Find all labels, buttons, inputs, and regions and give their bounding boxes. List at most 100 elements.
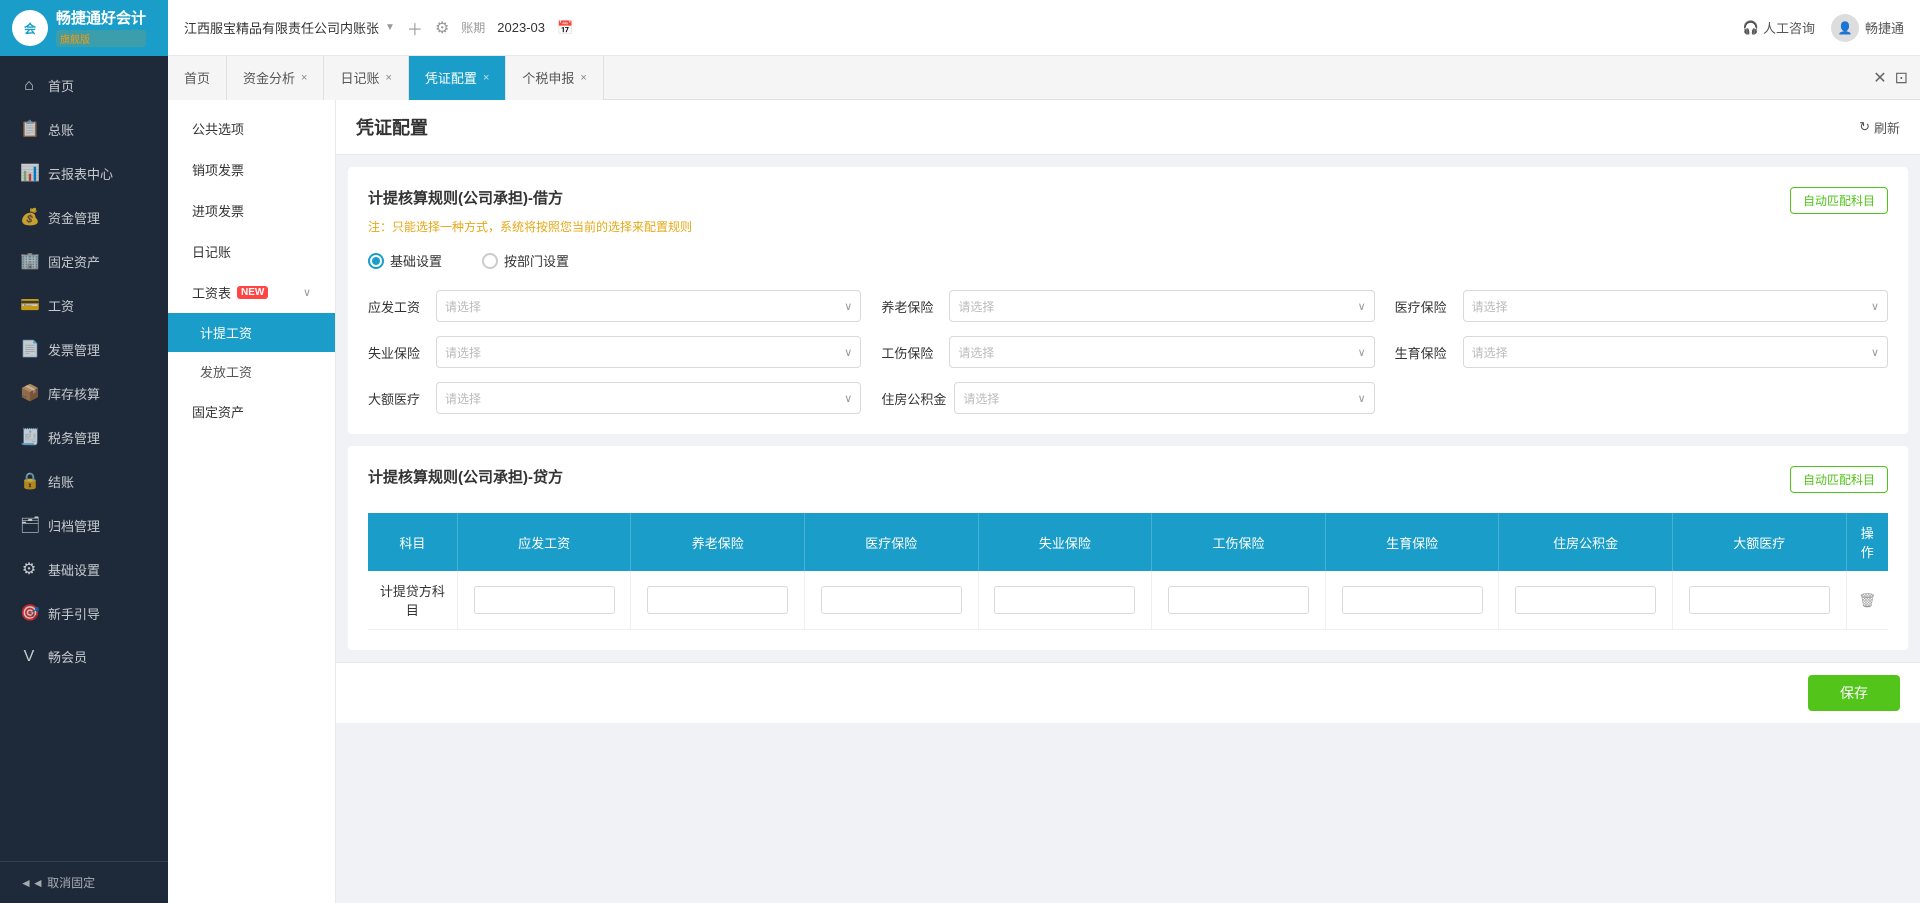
- left-panel-item-salary-table[interactable]: 工资表 NEW ∨: [168, 272, 335, 313]
- maximize-button[interactable]: ⊡: [1895, 68, 1908, 88]
- row-medical-cell[interactable]: [805, 571, 979, 630]
- row-maternity-input[interactable]: [1342, 586, 1483, 614]
- credit-auto-match-button[interactable]: 自动匹配科目: [1790, 466, 1888, 493]
- left-panel-item-sales-invoice[interactable]: 销项发票: [168, 149, 335, 190]
- period-label: 账期: [461, 19, 485, 36]
- tab-voucher-config[interactable]: 凭证配置 ×: [409, 56, 506, 100]
- sidebar-item-ledger[interactable]: 📋 总账: [0, 107, 168, 151]
- left-panel-item-purchase-invoice[interactable]: 进项发票: [168, 190, 335, 231]
- row-maternity-cell[interactable]: [1325, 571, 1499, 630]
- user-area[interactable]: 👤 畅捷通: [1831, 14, 1904, 42]
- sidebar-item-home[interactable]: ⌂ 首页: [0, 64, 168, 107]
- row-wage-input[interactable]: [474, 586, 615, 614]
- medical-placeholder: 请选择: [1472, 298, 1508, 315]
- unemployment-select[interactable]: 请选择 ∨: [436, 336, 861, 368]
- row-unemployment-input[interactable]: [994, 586, 1135, 614]
- sidebar-item-settings[interactable]: ⚙ 基础设置: [0, 547, 168, 591]
- maternity-select-arrow: ∨: [1871, 346, 1879, 359]
- radio-basic[interactable]: 基础设置: [368, 251, 442, 270]
- add-tab-button[interactable]: ＋: [407, 16, 423, 40]
- sidebar-item-closing[interactable]: 🔒 结账: [0, 459, 168, 503]
- tab-tax-report-close[interactable]: ×: [580, 72, 586, 84]
- refresh-button[interactable]: ↻ 刷新: [1859, 118, 1900, 137]
- debit-auto-match-button[interactable]: 自动匹配科目: [1790, 187, 1888, 214]
- row-housing-cell[interactable]: [1499, 571, 1673, 630]
- sidebar-footer-label: ◄◄ 取消固定: [20, 874, 95, 891]
- injury-select[interactable]: 请选择 ∨: [949, 336, 1374, 368]
- sidebar-label-ledger: 总账: [48, 120, 74, 139]
- sidebar-item-salary[interactable]: 💳 工资: [0, 283, 168, 327]
- radio-dept[interactable]: 按部门设置: [482, 251, 569, 270]
- assets-icon: 🏢: [20, 251, 38, 271]
- company-chevron-icon: ▼: [385, 22, 395, 33]
- debit-section-note: 注：只能选择一种方式，系统将按照您当前的选择来配置规则: [368, 218, 1888, 235]
- form-row-big-medical: 大额医疗 请选择 ∨: [368, 382, 861, 414]
- left-panel-item-diary[interactable]: 日记账: [168, 231, 335, 272]
- sidebar-item-assets[interactable]: 🏢 固定资产: [0, 239, 168, 283]
- maternity-select[interactable]: 请选择 ∨: [1463, 336, 1888, 368]
- sidebar-item-archive[interactable]: 🗂 归档管理: [0, 503, 168, 547]
- row-unemployment-cell[interactable]: [978, 571, 1152, 630]
- support-button[interactable]: 🎧 人工咨询: [1743, 18, 1815, 37]
- row-pension-input[interactable]: [647, 586, 788, 614]
- unemployment-label: 失业保险: [368, 343, 428, 362]
- left-panel-item-salary-provision[interactable]: 计提工资: [168, 313, 335, 352]
- tab-voucher-config-close[interactable]: ×: [483, 72, 489, 84]
- save-button[interactable]: 保存: [1808, 675, 1900, 711]
- sidebar-item-guide[interactable]: 🎯 新手引导: [0, 591, 168, 635]
- housing-select[interactable]: 请选择 ∨: [954, 382, 1374, 414]
- row-big-medical-cell[interactable]: [1672, 571, 1846, 630]
- tab-home[interactable]: 首页: [168, 56, 227, 100]
- tab-tax-report-label: 个税申报: [522, 68, 574, 87]
- row-big-medical-input[interactable]: [1689, 586, 1830, 614]
- tax-icon: 🧾: [20, 427, 38, 447]
- sidebar-item-vip[interactable]: V 畅会员: [0, 635, 168, 678]
- credit-table: 科目 应发工资 养老保险 医疗保险 失业保险 工伤保险 生育保险 住房公积金 大…: [368, 513, 1888, 630]
- form-row-wage: 应发工资 请选择 ∨: [368, 290, 861, 322]
- sidebar-nav: ⌂ 首页 📋 总账 📊 云报表中心 💰 资金管理 🏢 固定资产 💳 工资 📄 发…: [0, 56, 168, 861]
- left-panel-label-salary-table: 工资表: [192, 283, 231, 302]
- tab-tax-report[interactable]: 个税申报 ×: [506, 56, 603, 100]
- col-header-pension: 养老保险: [631, 513, 805, 571]
- row-injury-cell[interactable]: [1152, 571, 1326, 630]
- injury-select-arrow: ∨: [1358, 346, 1366, 359]
- row-injury-input[interactable]: [1168, 586, 1309, 614]
- medical-label: 医疗保险: [1395, 297, 1455, 316]
- row-medical-input[interactable]: [821, 586, 962, 614]
- sidebar-unpin-button[interactable]: ◄◄ 取消固定: [0, 861, 168, 903]
- radio-basic-label: 基础设置: [390, 251, 442, 270]
- sidebar-item-reports[interactable]: 📊 云报表中心: [0, 151, 168, 195]
- tab-funds-analysis[interactable]: 资金分析 ×: [227, 56, 324, 100]
- medical-select[interactable]: 请选择 ∨: [1463, 290, 1888, 322]
- sidebar-item-invoice[interactable]: 📄 发票管理: [0, 327, 168, 371]
- tab-diary-close[interactable]: ×: [385, 72, 391, 84]
- row-housing-input[interactable]: [1515, 586, 1656, 614]
- company-selector[interactable]: 江西服宝精品有限责任公司内账张 ▼: [184, 18, 395, 37]
- tab-diary[interactable]: 日记账 ×: [324, 56, 408, 100]
- wage-label: 应发工资: [368, 297, 428, 316]
- tab-funds-analysis-close[interactable]: ×: [301, 72, 307, 84]
- topbar-right: 🎧 人工咨询 👤 畅捷通: [1743, 14, 1904, 42]
- topbar-settings-button[interactable]: ⚙: [435, 18, 449, 38]
- calendar-icon[interactable]: 📅: [557, 20, 573, 36]
- left-panel-item-salary-payment[interactable]: 发放工资: [168, 352, 335, 391]
- sidebar-item-funds[interactable]: 💰 资金管理: [0, 195, 168, 239]
- wage-select[interactable]: 请选择 ∨: [436, 290, 861, 322]
- invoice-icon: 📄: [20, 339, 38, 359]
- left-panel-item-public[interactable]: 公共选项: [168, 108, 335, 149]
- left-panel-label-salary-payment: 发放工资: [200, 362, 252, 381]
- row-pension-cell[interactable]: [631, 571, 805, 630]
- sidebar-item-inventory[interactable]: 📦 库存核算: [0, 371, 168, 415]
- topbar: 江西服宝精品有限责任公司内账张 ▼ ＋ ⚙ 账期 2023-03 📅 🎧 人工咨…: [168, 0, 1920, 56]
- big-medical-select[interactable]: 请选择 ∨: [436, 382, 861, 414]
- pension-select[interactable]: 请选择 ∨: [949, 290, 1374, 322]
- sidebar-label-closing: 结账: [48, 472, 74, 491]
- left-panel-item-fixed-assets[interactable]: 固定资产: [168, 391, 335, 432]
- sidebar-label-salary: 工资: [48, 296, 74, 315]
- logo-icon: 会: [12, 10, 48, 46]
- close-tab-button[interactable]: ✕: [1873, 68, 1886, 88]
- sidebar-item-tax[interactable]: 🧾 税务管理: [0, 415, 168, 459]
- row-delete-button[interactable]: 🗑: [1858, 592, 1876, 608]
- row-wage-cell[interactable]: [457, 571, 631, 630]
- pension-placeholder: 请选择: [958, 298, 994, 315]
